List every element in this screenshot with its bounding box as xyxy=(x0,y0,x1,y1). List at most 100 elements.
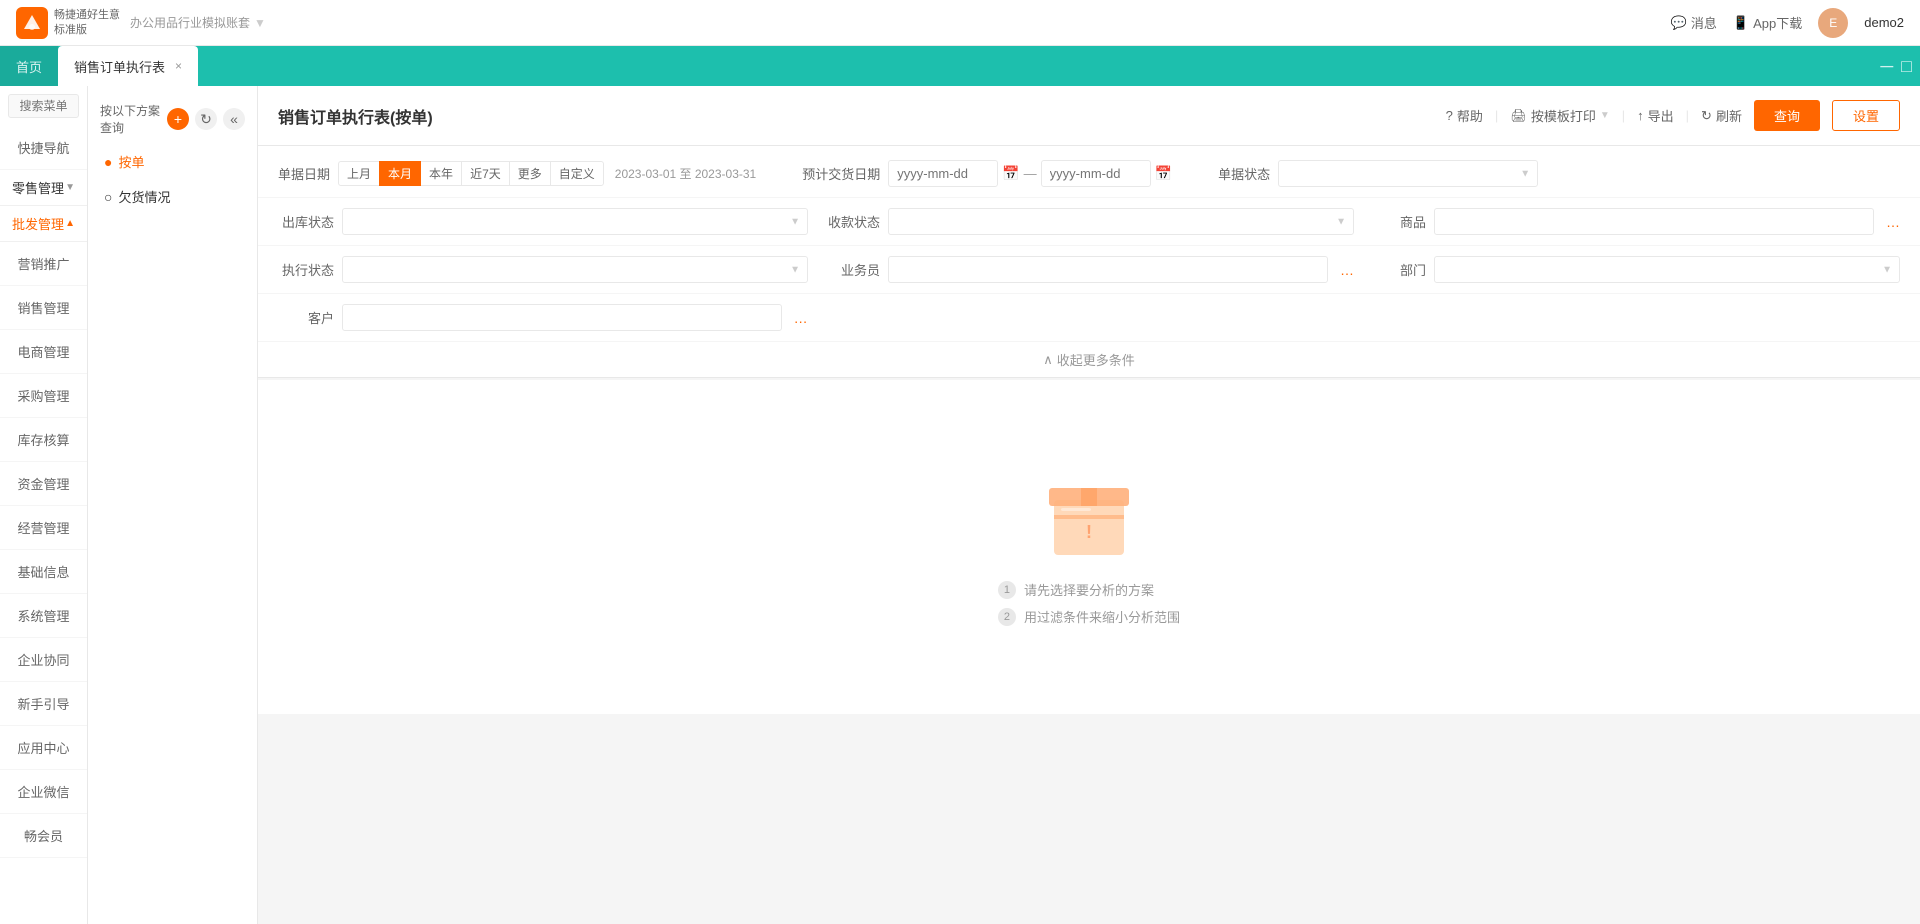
page-title: 销售订单执行表(按单) xyxy=(278,104,433,128)
sidebar-item-basics[interactable]: 基础信息 xyxy=(0,550,87,594)
export-label: 导出 xyxy=(1648,106,1674,125)
warehouse-select[interactable] xyxy=(342,208,808,235)
sidebar-item-ecommerce[interactable]: 电商管理 xyxy=(0,330,87,374)
sidebar-item-inventory-label: 库存核算 xyxy=(17,430,69,449)
date-tab-this-year[interactable]: 本年 xyxy=(420,161,462,186)
execution-select[interactable] xyxy=(342,256,808,283)
sidebar-item-finance-label: 资金管理 xyxy=(17,474,69,493)
product-more-icon[interactable]: … xyxy=(1886,214,1900,230)
sidebar-item-operations[interactable]: 经营管理 xyxy=(0,506,87,550)
query-button[interactable]: 查询 xyxy=(1754,100,1820,131)
sidebar-item-basics-label: 基础信息 xyxy=(17,562,69,581)
customer-more-icon[interactable]: … xyxy=(794,310,808,326)
scheme-item-order-icon: ● xyxy=(104,154,112,170)
date-tab-this-month[interactable]: 本月 xyxy=(379,161,421,186)
payment-select[interactable] xyxy=(888,208,1354,235)
sidebar-item-ecommerce-label: 电商管理 xyxy=(17,342,69,361)
refresh-scheme-button[interactable]: ↻ xyxy=(195,108,217,130)
salesperson-input[interactable] xyxy=(888,256,1328,283)
status-select[interactable] xyxy=(1278,160,1538,187)
department-select[interactable] xyxy=(1434,256,1900,283)
help-button[interactable]: ? 帮助 xyxy=(1446,106,1483,125)
scheme-item-backorder[interactable]: ○ 欠货情况 xyxy=(88,179,257,214)
department-label: 部门 xyxy=(1370,260,1426,279)
refresh-label: 刷新 xyxy=(1716,106,1742,125)
tab-maximize-icon[interactable]: □ xyxy=(1901,56,1912,77)
page-header: 销售订单执行表(按单) ? 帮助 | 🖨 按模板打印 ▼ | ↑ 导出 | xyxy=(258,86,1920,146)
collapse-panel-button[interactable]: « xyxy=(223,108,245,130)
tab-active[interactable]: 销售订单执行表 × xyxy=(58,46,198,86)
sidebar-item-retail[interactable]: 零售管理 ▼ xyxy=(0,170,87,206)
logo-text: 畅捷通好生意 标准版 xyxy=(54,8,120,37)
filter-date: 单据日期 上月 本月 本年 近7天 xyxy=(278,161,756,186)
salesperson-more-icon[interactable]: … xyxy=(1340,262,1354,278)
print-label: 按模板打印 xyxy=(1531,106,1596,125)
tab-minimize-icon[interactable]: ─ xyxy=(1880,56,1893,77)
divider3: | xyxy=(1686,108,1689,123)
logo-icon xyxy=(16,7,48,39)
sidebar-item-purchase[interactable]: 采购管理 xyxy=(0,374,87,418)
page-actions: ? 帮助 | 🖨 按模板打印 ▼ | ↑ 导出 | ↻ 刷新 xyxy=(1446,100,1900,131)
calendar-icon-start[interactable]: 📅 xyxy=(1002,165,1019,182)
customer-input[interactable] xyxy=(342,304,782,331)
expected-date-end-input[interactable] xyxy=(1041,160,1151,187)
sidebar-item-newbie[interactable]: 新手引导 xyxy=(0,682,87,726)
message-action[interactable]: 💬 消息 xyxy=(1671,13,1717,32)
breadcrumb-arrow-icon: ▼ xyxy=(254,16,266,30)
add-scheme-button[interactable]: + xyxy=(167,108,189,130)
date-tab-custom[interactable]: 自定义 xyxy=(550,161,604,186)
tab-home[interactable]: 首页 xyxy=(0,46,58,86)
sidebar-item-quick-nav[interactable]: 快捷导航 xyxy=(0,126,87,170)
logo-area: 畅捷通好生意 标准版 xyxy=(16,7,120,39)
tab-close-icon[interactable]: × xyxy=(175,59,182,73)
user-name[interactable]: demo2 xyxy=(1864,15,1904,30)
calendar-icon-end[interactable]: 📅 xyxy=(1155,165,1172,182)
collapse-icon: « xyxy=(230,111,238,127)
filter-product: 商品 … xyxy=(1370,208,1900,235)
sidebar-item-system-label: 系统管理 xyxy=(17,606,69,625)
status-label: 单据状态 xyxy=(1218,164,1270,183)
content-area: 销售订单执行表(按单) ? 帮助 | 🖨 按模板打印 ▼ | ↑ 导出 | xyxy=(258,86,1920,924)
sidebar-item-retail-arrow: ▼ xyxy=(65,182,75,193)
tab-home-label: 首页 xyxy=(16,57,42,76)
filter-customer: 客户 … xyxy=(278,304,808,331)
date-tab-more[interactable]: 更多 xyxy=(509,161,551,186)
breadcrumb[interactable]: 办公用品行业模拟账套 ▼ xyxy=(130,14,266,31)
scheme-item-order[interactable]: ● 按单 xyxy=(88,144,257,179)
hint1-num: 1 xyxy=(998,581,1016,599)
tab-active-label: 销售订单执行表 xyxy=(74,57,165,76)
date-tab-7days[interactable]: 近7天 xyxy=(461,161,510,186)
help-label: 帮助 xyxy=(1457,106,1483,125)
sidebar-item-sales[interactable]: 销售管理 xyxy=(0,286,87,330)
scheme-item-backorder-label: 欠货情况 xyxy=(118,187,170,206)
expected-date-start-input[interactable] xyxy=(888,160,998,187)
refresh-icon: ↻ xyxy=(200,111,212,128)
sidebar-item-newbie-label: 新手引导 xyxy=(17,694,69,713)
product-input[interactable] xyxy=(1434,208,1874,235)
sidebar-item-finance[interactable]: 资金管理 xyxy=(0,462,87,506)
settings-button[interactable]: 设置 xyxy=(1832,100,1900,131)
search-input[interactable] xyxy=(8,94,79,118)
sidebar-item-marketing-label: 营销推广 xyxy=(17,254,69,273)
sidebar-item-appstore[interactable]: 应用中心 xyxy=(0,726,87,770)
empty-icon: ! xyxy=(1039,460,1139,560)
app-download-action[interactable]: 📱 App下载 xyxy=(1733,13,1802,32)
sidebar-item-sales-label: 销售管理 xyxy=(17,298,69,317)
sidebar-item-marketing[interactable]: 营销推广 xyxy=(0,242,87,286)
export-icon: ↑ xyxy=(1637,108,1644,123)
collapse-more-button[interactable]: ∧ 收起更多条件 xyxy=(258,342,1920,377)
empty-hints: 1 请先选择要分析的方案 2 用过滤条件来缩小分析范围 xyxy=(998,580,1180,634)
sidebar-item-member[interactable]: 畅会员 xyxy=(0,814,87,858)
refresh-button[interactable]: ↻ 刷新 xyxy=(1701,106,1742,125)
filter-warehouse-status: 出库状态 ▼ xyxy=(278,208,808,235)
sidebar-item-system[interactable]: 系统管理 xyxy=(0,594,87,638)
date-tab-last-month[interactable]: 上月 xyxy=(338,161,380,186)
breadcrumb-text: 办公用品行业模拟账套 xyxy=(130,14,250,31)
print-button[interactable]: 🖨 按模板打印 ▼ xyxy=(1510,106,1609,125)
sidebar-item-inventory[interactable]: 库存核算 xyxy=(0,418,87,462)
export-button[interactable]: ↑ 导出 xyxy=(1637,106,1674,125)
sidebar-item-enterprise[interactable]: 企业协同 xyxy=(0,638,87,682)
collapse-more-icon: ∧ xyxy=(1043,352,1053,368)
sidebar-item-wecom[interactable]: 企业微信 xyxy=(0,770,87,814)
sidebar-item-wholesale[interactable]: 批发管理 ▲ xyxy=(0,206,87,242)
